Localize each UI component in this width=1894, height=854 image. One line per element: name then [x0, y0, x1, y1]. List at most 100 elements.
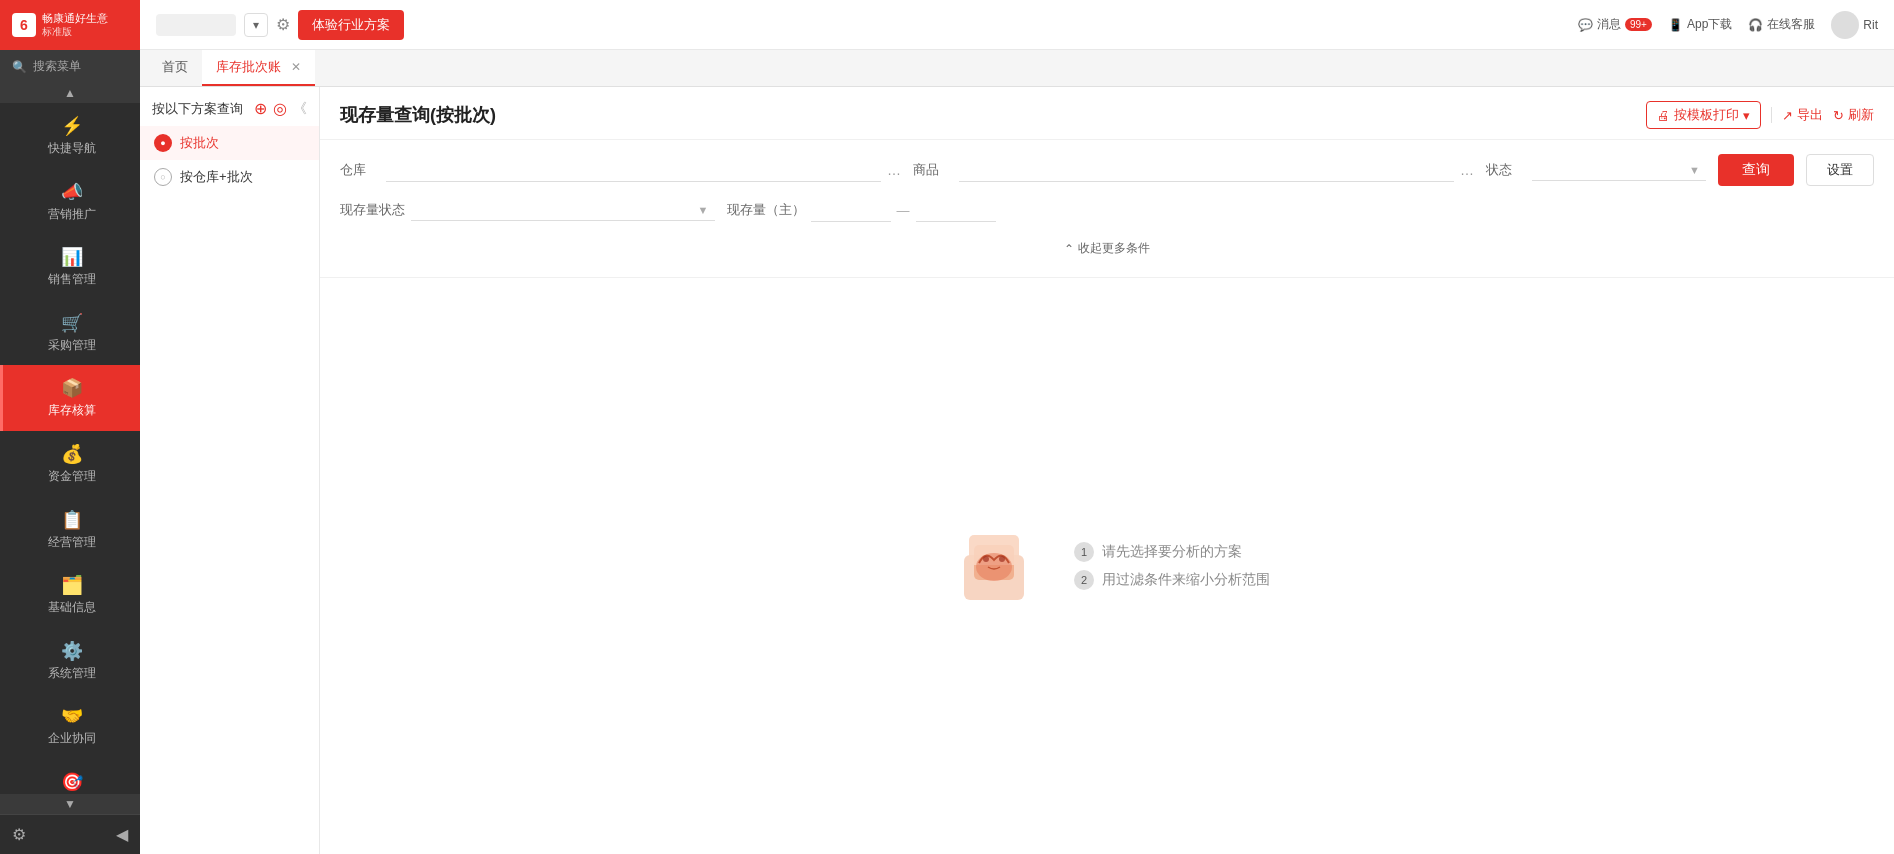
scheme-item-warehouse-batch[interactable]: ○ 按仓库+批次	[140, 160, 319, 194]
main-area: ▾ ⚙ 体验行业方案 💬 消息 99+ 📱 App下载 🎧 在线客服 Rit	[140, 0, 1894, 854]
product-label: 商品	[913, 161, 953, 179]
message-icon: 💬	[1578, 18, 1593, 32]
search-icon: 🔍	[12, 60, 27, 74]
nav-icon-operations: 📋	[61, 509, 83, 531]
refresh-button[interactable]: ↻ 刷新	[1833, 106, 1874, 124]
online-service-label: 在线客服	[1767, 16, 1815, 33]
sidebar-item-purchase[interactable]: 🛒 采购管理	[0, 300, 140, 366]
sidebar-item-cooperation[interactable]: 🤝 企业协同	[0, 693, 140, 759]
search-label: 搜索菜单	[33, 58, 81, 75]
nav-label-operations: 经营管理	[48, 535, 96, 551]
print-button[interactable]: 🖨 按模板打印 ▾	[1646, 101, 1761, 129]
filter-row-1: 仓库 … 商品 … 状态 ▼	[340, 154, 1874, 186]
scroll-down-button[interactable]: ▼	[0, 794, 140, 814]
sidebar-item-operations[interactable]: 📋 经营管理	[0, 497, 140, 563]
collapse-sidebar-icon[interactable]: ◀	[116, 825, 128, 844]
scheme-settings-button[interactable]: ◎	[273, 99, 287, 118]
export-label: 导出	[1797, 106, 1823, 124]
sidebar-item-inventory[interactable]: 📦 库存核算	[0, 365, 140, 431]
nav-icon-sales: 📊	[61, 246, 83, 268]
tab-home[interactable]: 首页	[148, 50, 202, 86]
add-scheme-button[interactable]: ⊕	[254, 99, 267, 118]
product-dots[interactable]: …	[1460, 162, 1474, 178]
scroll-up-button[interactable]: ▲	[0, 83, 140, 103]
topbar-gear-button[interactable]: ⚙	[276, 15, 290, 34]
status-label: 状态	[1486, 161, 1526, 179]
print-icon: 🖨	[1657, 108, 1670, 123]
stock-qty-from[interactable]	[811, 198, 891, 222]
divider	[1771, 107, 1772, 123]
nav-label-system: 系统管理	[48, 666, 96, 682]
stock-status-select[interactable]: ▼	[411, 200, 715, 221]
tab-inventory-batch-label: 库存批次账	[216, 58, 281, 76]
warehouse-dots[interactable]: …	[887, 162, 901, 178]
export-button[interactable]: ↗ 导出	[1782, 106, 1823, 124]
left-panel-header: 按以下方案查询 ⊕ ◎ 《	[140, 99, 319, 126]
svg-point-3	[976, 553, 1012, 581]
setting-button[interactable]: 设置	[1806, 154, 1874, 186]
nav-icon-inventory: 📦	[61, 377, 83, 399]
nav-icon-quick-nav: ⚡	[61, 115, 83, 137]
tip-text: 用过滤条件来缩小分析范围	[1102, 571, 1270, 589]
sidebar-item-basic-info[interactable]: 🗂️ 基础信息	[0, 562, 140, 628]
nav-label-inventory: 库存核算	[48, 403, 96, 419]
nav-label-sales: 销售管理	[48, 272, 96, 288]
sidebar-item-sales[interactable]: 📊 销售管理	[0, 234, 140, 300]
page-header: 现存量查询(按批次) 🖨 按模板打印 ▾ ↗ 导出 ↻ 刷新	[320, 87, 1894, 140]
nav-icon-cooperation: 🤝	[61, 705, 83, 727]
stock-status-arrow: ▼	[698, 204, 709, 216]
tab-inventory-batch[interactable]: 库存批次账 ✕	[202, 50, 315, 86]
online-service-item[interactable]: 🎧 在线客服	[1748, 16, 1815, 33]
product-input[interactable]	[959, 158, 1454, 182]
sidebar-nav: ⚡ 快捷导航 📣 营销推广 📊 销售管理 🛒 采购管理 📦 库存核算 💰 资金管…	[0, 103, 140, 794]
nav-icon-finance: 💰	[61, 443, 83, 465]
experience-button[interactable]: 体验行业方案	[298, 10, 404, 40]
message-item[interactable]: 💬 消息 99+	[1578, 16, 1652, 33]
svg-point-5	[999, 556, 1005, 562]
warehouse-input[interactable]	[386, 158, 881, 182]
empty-tips: 1 请先选择要分析的方案 2 用过滤条件来缩小分析范围	[1074, 542, 1270, 590]
stock-status-field: 现存量状态 ▼	[340, 200, 715, 221]
tab-close-icon[interactable]: ✕	[291, 60, 301, 74]
sidebar-item-marketing[interactable]: 📣 营销推广	[0, 169, 140, 235]
empty-tip-item: 1 请先选择要分析的方案	[1074, 542, 1270, 562]
status-select-arrow: ▼	[1689, 164, 1700, 176]
stock-qty-label: 现存量（主）	[727, 201, 805, 219]
nav-icon-purchase: 🛒	[61, 312, 83, 334]
avatar	[1831, 11, 1859, 39]
qty-dash: —	[897, 203, 910, 218]
page-header-actions: 🖨 按模板打印 ▾ ↗ 导出 ↻ 刷新	[1646, 101, 1874, 129]
print-dropdown-icon[interactable]: ▾	[1743, 108, 1750, 123]
sidebar-item-quick-nav[interactable]: ⚡ 快捷导航	[0, 103, 140, 169]
nav-label-finance: 资金管理	[48, 469, 96, 485]
dropdown-button[interactable]: ▾	[244, 13, 268, 37]
breadcrumb-input[interactable]	[156, 14, 236, 36]
print-label: 按模板打印	[1674, 106, 1739, 124]
message-label: 消息	[1597, 16, 1621, 33]
sidebar-search[interactable]: 🔍 搜索菜单	[0, 50, 140, 83]
app-download-item[interactable]: 📱 App下载	[1668, 16, 1732, 33]
left-panel: 按以下方案查询 ⊕ ◎ 《 ● 按批次 ○ 按仓库+批次	[140, 87, 320, 854]
sidebar-item-newbie[interactable]: 🎯 新手引导	[0, 759, 140, 794]
content-area: 按以下方案查询 ⊕ ◎ 《 ● 按批次 ○ 按仓库+批次 现存量查询(按批次)	[140, 87, 1894, 854]
nav-label-basic-info: 基础信息	[48, 600, 96, 616]
nav-icon-system: ⚙️	[61, 640, 83, 662]
stock-qty-to[interactable]	[916, 198, 996, 222]
tip-number: 1	[1074, 542, 1094, 562]
empty-tip-item: 2 用过滤条件来缩小分析范围	[1074, 570, 1270, 590]
collapse-more-button[interactable]: ⌃ 收起更多条件	[340, 234, 1874, 263]
sidebar-item-finance[interactable]: 💰 资金管理	[0, 431, 140, 497]
filter-row-2: 现存量状态 ▼ 现存量（主） —	[340, 198, 1874, 222]
empty-illustration	[944, 515, 1044, 618]
collapse-panel-button[interactable]: 《	[293, 100, 307, 118]
status-select[interactable]: ▼	[1532, 160, 1706, 181]
scheme-batch-label: 按批次	[180, 134, 219, 152]
user-item[interactable]: Rit	[1831, 11, 1878, 39]
scheme-outline-dot: ○	[154, 168, 172, 186]
query-button[interactable]: 查询	[1718, 154, 1794, 186]
stock-qty-field: 现存量（主） —	[727, 198, 1102, 222]
scheme-item-batch[interactable]: ● 按批次	[140, 126, 319, 160]
sidebar-item-system[interactable]: ⚙️ 系统管理	[0, 628, 140, 694]
logo-icon: 6	[12, 13, 36, 37]
settings-icon[interactable]: ⚙	[12, 825, 26, 844]
